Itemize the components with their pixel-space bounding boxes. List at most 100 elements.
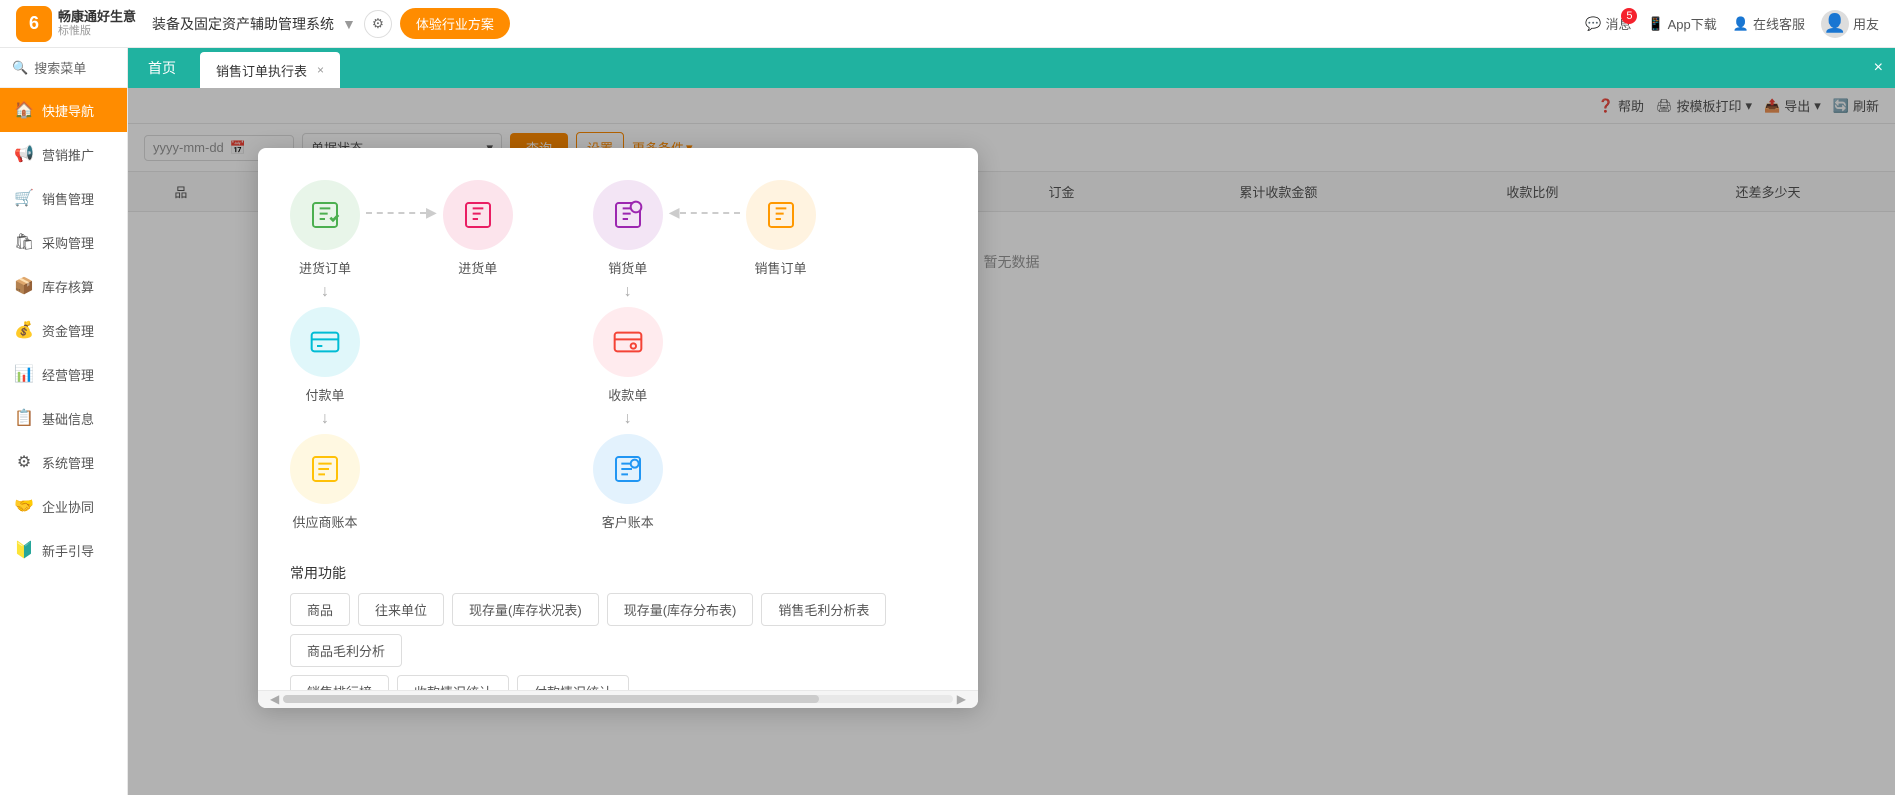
- func-btn-sale-profit[interactable]: 销售毛利分析表: [761, 593, 886, 626]
- logo-text: 畅康通好生意 标惟版: [58, 9, 136, 38]
- sidebar-item-inventory[interactable]: 📦 库存核算: [0, 264, 127, 308]
- func-btn-stock-dist[interactable]: 现存量(库存分布表): [607, 593, 754, 626]
- app-download-label: App下载: [1668, 14, 1717, 33]
- enterprise-icon: 🤝: [14, 496, 34, 516]
- sidebar-item-basic[interactable]: 📋 基础信息: [0, 396, 127, 440]
- tab-sales-order[interactable]: 销售订单执行表 ×: [200, 52, 340, 88]
- top-bar: 6 畅康通好生意 标惟版 装备及固定资产辅助管理系统 ▼ ⚙ 体验行业方案 💬 …: [0, 0, 1895, 48]
- sale-order-label: 销售订单: [755, 258, 807, 277]
- scrollbar-thumb[interactable]: [283, 695, 819, 703]
- sidebar-item-system[interactable]: ⚙ 系统管理: [0, 440, 127, 484]
- finance-icon: 💰: [14, 320, 34, 340]
- sidebar-item-finance[interactable]: 💰 资金管理: [0, 308, 127, 352]
- basic-icon: 📋: [14, 408, 34, 428]
- func-btn-stock-status[interactable]: 现存量(库存状况表): [452, 593, 599, 626]
- message-btn[interactable]: 💬 消息 5: [1585, 14, 1631, 33]
- trial-btn[interactable]: 体验行业方案: [400, 8, 510, 39]
- left-col: 进货订单 ↓ 付款单: [290, 180, 360, 531]
- sidebar-label-system: 系统管理: [42, 453, 94, 472]
- logo-icon: 6: [16, 6, 52, 42]
- sidebar-label-inventory: 库存核算: [42, 277, 94, 296]
- service-icon: 👤: [1733, 16, 1749, 32]
- main-layout: 🔍 搜索菜单 🏠 快捷导航 📢 营销推广 🛒 销售管理 🛍 采购管理 📦: [0, 48, 1895, 795]
- sale-order-circle: [746, 180, 816, 250]
- tab-bar-close-btn[interactable]: ×: [1874, 59, 1883, 77]
- purchase-bill-circle: [443, 180, 513, 250]
- common-funcs-title: 常用功能: [290, 563, 946, 583]
- sale-bill-circle: [593, 180, 663, 250]
- purchase-bill-label: 进货单: [458, 258, 497, 277]
- top-left: 6 畅康通好生意 标惟版 装备及固定资产辅助管理系统 ▼ ⚙ 体验行业方案: [16, 6, 510, 42]
- user-name: 用友: [1853, 14, 1879, 33]
- sidebar-item-sales[interactable]: 🛒 销售管理: [0, 176, 127, 220]
- flow-item-customer-ledger: 客户账本: [593, 434, 663, 531]
- scroll-right-btn[interactable]: ▶: [953, 692, 970, 706]
- user-area[interactable]: 👤 用友: [1821, 10, 1879, 38]
- purchase-order-label: 进货订单: [299, 258, 351, 277]
- flow-diagram: 进货订单 ↓ 付款单: [290, 172, 946, 547]
- guide-icon: 🔰: [14, 540, 34, 560]
- supplier-ledger-label: 供应商账本: [292, 512, 357, 531]
- sidebar-label-basic: 基础信息: [42, 409, 94, 428]
- tab-bar: 首页 销售订单执行表 × ×: [128, 48, 1895, 88]
- message-icon: 💬: [1585, 16, 1601, 32]
- scrollbar-track[interactable]: [283, 695, 953, 703]
- sidebar-label-finance: 资金管理: [42, 321, 94, 340]
- search-menu-btn[interactable]: 🔍 搜索菜单: [0, 48, 127, 88]
- func-btn-payment-stat[interactable]: 付款情况统计: [517, 675, 629, 690]
- sidebar-label-marketing: 营销推广: [42, 145, 94, 164]
- flow-item-purchase-order: 进货订单: [290, 180, 360, 277]
- sidebar-item-business[interactable]: 📊 经营管理: [0, 352, 127, 396]
- func-btn-sale-rank[interactable]: 销售排行榜: [290, 675, 389, 690]
- avatar: 👤: [1821, 10, 1849, 38]
- top-right: 💬 消息 5 📱 App下载 👤 在线客服 👤 用友: [1585, 10, 1879, 38]
- system-dropdown-btn[interactable]: ▼: [342, 16, 356, 32]
- app-container: 6 畅康通好生意 标惟版 装备及固定资产辅助管理系统 ▼ ⚙ 体验行业方案 💬 …: [0, 0, 1895, 795]
- func-btn-product-profit[interactable]: 商品毛利分析: [290, 634, 402, 667]
- message-badge: 5: [1621, 8, 1637, 24]
- system-title: 装备及固定资产辅助管理系统: [152, 14, 334, 34]
- modal-content: 进货订单 ↓ 付款单: [258, 148, 978, 690]
- sidebar-item-guide[interactable]: 🔰 新手引导: [0, 528, 127, 572]
- sales-icon: 🛒: [14, 188, 34, 208]
- flow-item-supplier-ledger: 供应商账本: [290, 434, 360, 531]
- arrow-down-1: ↓: [321, 283, 329, 301]
- modal: 进货订单 ↓ 付款单: [258, 148, 978, 708]
- flow-item-receipt: 收款单: [593, 307, 663, 404]
- tab-close-btn[interactable]: ×: [317, 63, 324, 77]
- payment-label: 付款单: [305, 385, 344, 404]
- func-btn-product[interactable]: 商品: [290, 593, 350, 626]
- sale-bill-label: 销货单: [608, 258, 647, 277]
- page-content: ❓ 帮助 🖨 按模板打印 ▾ 📤 导出 ▾: [128, 88, 1895, 795]
- sidebar-item-marketing[interactable]: 📢 营销推广: [0, 132, 127, 176]
- modal-overlay[interactable]: 进货订单 ↓ 付款单: [128, 88, 1895, 795]
- func-btn-partners[interactable]: 往来单位: [358, 593, 444, 626]
- h-arrow-2: ◀: [663, 180, 746, 221]
- flow-item-payment: 付款单: [290, 307, 360, 404]
- online-service-btn[interactable]: 👤 在线客服: [1733, 14, 1805, 33]
- tab-home[interactable]: 首页: [128, 48, 196, 88]
- customer-ledger-label: 客户账本: [602, 512, 654, 531]
- func-btn-receipt-stat[interactable]: 收款情况统计: [397, 675, 509, 690]
- flow-item-sale-order: 销售订单: [746, 180, 816, 277]
- online-service-label: 在线客服: [1753, 14, 1805, 33]
- scroll-left-btn[interactable]: ◀: [266, 692, 283, 706]
- flow-item-purchase-bill: 进货单: [443, 180, 513, 277]
- app-icon: 📱: [1647, 16, 1663, 32]
- mid-right-col: 销货单 ↓ 收款单: [593, 180, 663, 531]
- modal-scrollbar[interactable]: ◀ ▶: [258, 690, 978, 708]
- sidebar-item-quick-nav[interactable]: 🏠 快捷导航: [0, 88, 127, 132]
- brand-sub: 标惟版: [58, 25, 136, 38]
- sidebar-item-enterprise[interactable]: 🤝 企业协同: [0, 484, 127, 528]
- func-buttons-row1: 商品 往来单位 现存量(库存状况表) 现存量(库存分布表) 销售毛利分析表 商品…: [290, 593, 946, 667]
- func-buttons-row2: 销售排行榜 收款情况统计 付款情况统计: [290, 675, 946, 690]
- payment-circle: [290, 307, 360, 377]
- supplier-circle: [290, 434, 360, 504]
- sidebar-item-purchase[interactable]: 🛍 采购管理: [0, 220, 127, 264]
- sidebar-label-purchase: 采购管理: [42, 233, 94, 252]
- app-download-btn[interactable]: 📱 App下载: [1647, 14, 1716, 33]
- settings-btn[interactable]: ⚙: [364, 10, 392, 38]
- arrow-down-3: ↓: [624, 283, 632, 301]
- search-menu-label: 搜索菜单: [34, 58, 86, 77]
- logo-area: 6 畅康通好生意 标惟版: [16, 6, 136, 42]
